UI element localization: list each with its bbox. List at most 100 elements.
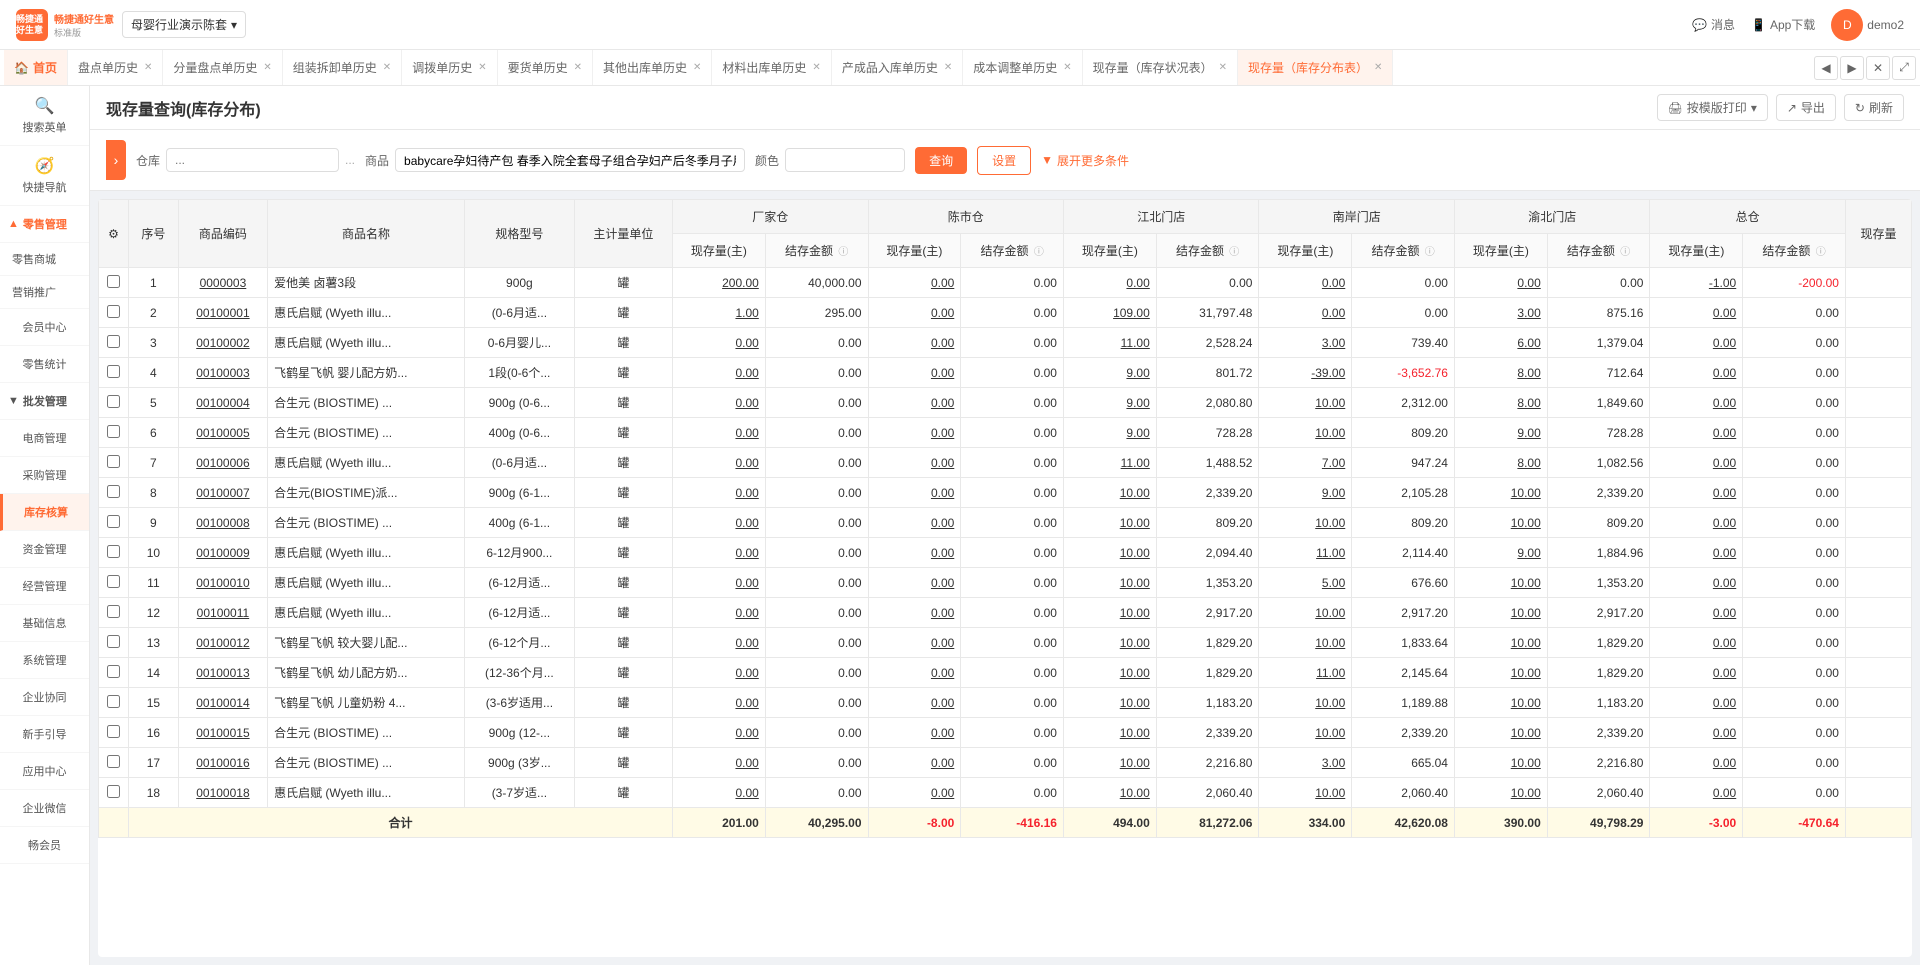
row-yubei-qty[interactable]: 10.00 [1454,778,1547,808]
goods-input[interactable] [395,148,745,172]
row-yubei-qty[interactable]: 9.00 [1454,538,1547,568]
row-nanan-qty[interactable]: 5.00 [1259,568,1352,598]
sidebar-item-marketing[interactable]: 营销推广 [0,276,89,309]
row-code[interactable]: 00100006 [178,448,267,478]
row-code[interactable]: 00100009 [178,538,267,568]
row-checkbox-cell[interactable] [99,418,129,448]
row-jiangbei-qty[interactable]: 9.00 [1063,388,1156,418]
sidebar-item-ecommerce[interactable]: 电商管理 [0,420,89,457]
row-code[interactable]: 0000003 [178,268,267,298]
row-code[interactable]: 00100015 [178,718,267,748]
row-nanan-qty[interactable]: 0.00 [1259,268,1352,298]
row-yubei-qty[interactable]: 10.00 [1454,658,1547,688]
row-yubei-qty[interactable]: 0.00 [1454,268,1547,298]
row-chenshi-qty[interactable]: 0.00 [868,688,961,718]
row-total-qty[interactable]: 0.00 [1650,448,1743,478]
row-checkbox-cell[interactable] [99,358,129,388]
row-code[interactable]: 00100010 [178,568,267,598]
row-jiangbei-qty[interactable]: 10.00 [1063,478,1156,508]
row-nanan-qty[interactable]: 10.00 [1259,418,1352,448]
row-jiangbei-qty[interactable]: 10.00 [1063,778,1156,808]
row-checkbox[interactable] [107,635,120,648]
row-total-qty[interactable]: 0.00 [1650,328,1743,358]
export-btn[interactable]: ↗ 导出 [1776,94,1836,121]
warehouse-input[interactable] [166,148,339,172]
close-icon[interactable]: ✕ [1063,62,1071,73]
row-checkbox[interactable] [107,785,120,798]
close-icon[interactable]: ✕ [478,62,486,73]
row-code[interactable]: 00100001 [178,298,267,328]
row-total-qty[interactable]: 0.00 [1650,388,1743,418]
sidebar-item-app-center[interactable]: 应用中心 [0,753,89,790]
row-checkbox[interactable] [107,275,120,288]
sidebar-item-search[interactable]: 🔍 搜索英单 [0,86,89,146]
col-settings[interactable]: ⚙ [99,200,129,268]
row-total-qty[interactable]: 0.00 [1650,748,1743,778]
row-yubei-qty[interactable]: 9.00 [1454,418,1547,448]
row-total-qty[interactable]: 0.00 [1650,508,1743,538]
row-checkbox-cell[interactable] [99,268,129,298]
row-factory-qty[interactable]: 0.00 [673,538,766,568]
print-btn[interactable]: 🖨 按模版打印 ▾ [1657,94,1768,121]
row-chenshi-qty[interactable]: 0.00 [868,538,961,568]
row-code[interactable]: 00100004 [178,388,267,418]
row-factory-qty[interactable]: 0.00 [673,598,766,628]
row-factory-qty[interactable]: 0.00 [673,448,766,478]
row-jiangbei-qty[interactable]: 11.00 [1063,448,1156,478]
row-factory-qty[interactable]: 0.00 [673,658,766,688]
row-checkbox-cell[interactable] [99,658,129,688]
sidebar-item-guide[interactable]: 新手引导 [0,716,89,753]
row-nanan-qty[interactable]: 9.00 [1259,478,1352,508]
row-jiangbei-qty[interactable]: 0.00 [1063,268,1156,298]
row-checkbox-cell[interactable] [99,328,129,358]
row-total-qty[interactable]: 0.00 [1650,358,1743,388]
color-input[interactable] [785,148,905,172]
row-checkbox[interactable] [107,395,120,408]
row-chenshi-qty[interactable]: 0.00 [868,478,961,508]
tab-other-out[interactable]: 其他出库单历史 ✕ [593,50,712,86]
row-nanan-qty[interactable]: 7.00 [1259,448,1352,478]
row-yubei-qty[interactable]: 8.00 [1454,448,1547,478]
refresh-btn[interactable]: ↻ 刷新 [1844,94,1904,121]
nav-next-btn[interactable]: ▶ [1840,56,1864,80]
row-code[interactable]: 00100016 [178,748,267,778]
row-chenshi-qty[interactable]: 0.00 [868,448,961,478]
row-checkbox-cell[interactable] [99,748,129,778]
row-total-qty[interactable]: 0.00 [1650,688,1743,718]
sidebar-item-retail-store[interactable]: 零售商城 [0,243,89,276]
sidebar-item-wholesale-mgmt[interactable]: ▼ 批发管理 [0,383,89,420]
row-jiangbei-qty[interactable]: 10.00 [1063,538,1156,568]
sidebar-item-retail-stats[interactable]: 零售统计 [0,346,89,383]
row-checkbox-cell[interactable] [99,688,129,718]
row-chenshi-qty[interactable]: 0.00 [868,568,961,598]
close-icon[interactable]: ✕ [1374,62,1382,73]
row-chenshi-qty[interactable]: 0.00 [868,508,961,538]
row-chenshi-qty[interactable]: 0.00 [868,388,961,418]
app-download-btn[interactable]: 📱 App下载 [1751,16,1815,33]
row-nanan-qty[interactable]: 11.00 [1259,538,1352,568]
row-factory-qty[interactable]: 0.00 [673,628,766,658]
row-checkbox[interactable] [107,695,120,708]
row-yubei-qty[interactable]: 10.00 [1454,568,1547,598]
row-code[interactable]: 00100007 [178,478,267,508]
row-code[interactable]: 00100003 [178,358,267,388]
row-jiangbei-qty[interactable]: 10.00 [1063,658,1156,688]
toggle-sidebar-btn[interactable]: › [106,140,126,180]
expand-conditions-btn[interactable]: ▼ 展开更多条件 [1041,152,1129,169]
row-factory-qty[interactable]: 0.00 [673,358,766,388]
nav-expand-btn[interactable]: ⤢ [1892,56,1916,80]
row-jiangbei-qty[interactable]: 10.00 [1063,718,1156,748]
row-total-qty[interactable]: 0.00 [1650,658,1743,688]
tab-material-out[interactable]: 材料出库单历史 ✕ [712,50,831,86]
row-nanan-qty[interactable]: 10.00 [1259,718,1352,748]
row-yubei-qty[interactable]: 6.00 [1454,328,1547,358]
row-checkbox-cell[interactable] [99,478,129,508]
row-nanan-qty[interactable]: 10.00 [1259,388,1352,418]
row-yubei-qty[interactable]: 10.00 [1454,688,1547,718]
row-total-qty[interactable]: 0.00 [1650,478,1743,508]
row-checkbox-cell[interactable] [99,538,129,568]
close-icon[interactable]: ✕ [944,62,952,73]
row-jiangbei-qty[interactable]: 9.00 [1063,418,1156,448]
row-checkbox[interactable] [107,305,120,318]
row-jiangbei-qty[interactable]: 10.00 [1063,748,1156,778]
